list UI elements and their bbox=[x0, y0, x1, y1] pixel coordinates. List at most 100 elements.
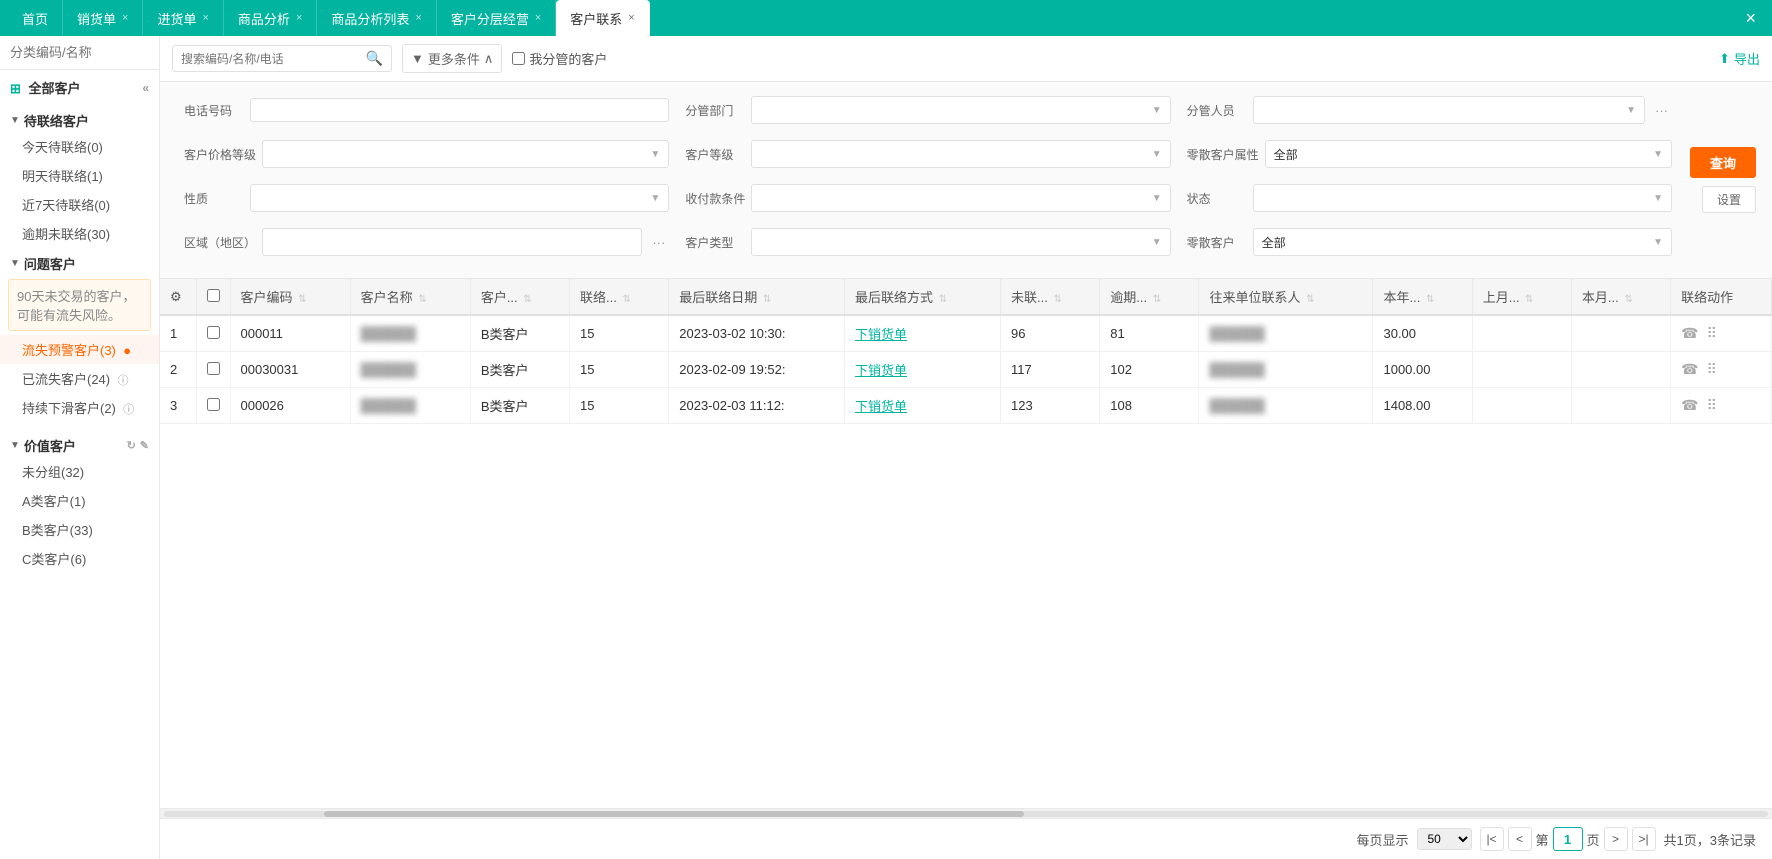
filter-retail-attr: 零散客户属性 全部 ▼ bbox=[1179, 136, 1680, 172]
scrollbar-thumb[interactable] bbox=[324, 811, 1024, 817]
row-checkbox[interactable] bbox=[207, 398, 220, 411]
sidebar-section-value[interactable]: ▼ 价值客户 ↻ ✎ bbox=[0, 430, 159, 457]
col-this-year[interactable]: 本年... ⇅ bbox=[1373, 279, 1472, 315]
sidebar-all-customers[interactable]: ⊞ 全部客户 « bbox=[0, 70, 159, 105]
tab-analysis-close[interactable]: × bbox=[296, 12, 302, 24]
tab-purchase-close[interactable]: × bbox=[202, 12, 208, 24]
filter-status-select[interactable]: ▼ bbox=[1253, 184, 1672, 212]
filter-payment-select[interactable]: ▼ bbox=[751, 184, 1170, 212]
sidebar-search-input[interactable] bbox=[10, 45, 160, 60]
last-method-link[interactable]: 下销货单 bbox=[855, 363, 907, 378]
sidebar-item-today[interactable]: 今天待联络(0) bbox=[0, 132, 159, 161]
col-code[interactable]: 客户编码 ⇅ bbox=[230, 279, 350, 315]
col-contact-person[interactable]: 往来单位联系人 ⇅ bbox=[1199, 279, 1373, 315]
tab-purchase[interactable]: 进货单 × bbox=[143, 0, 223, 36]
filter-price-grade-select[interactable]: ▼ bbox=[262, 140, 669, 168]
horizontal-scrollbar[interactable] bbox=[160, 808, 1772, 818]
filter-retail-select[interactable]: 全部 ▼ bbox=[1253, 228, 1672, 256]
row-checkbox[interactable] bbox=[207, 362, 220, 375]
filter-nature-select[interactable]: ▼ bbox=[250, 184, 669, 212]
col-overdue[interactable]: 逾期... ⇅ bbox=[1100, 279, 1199, 315]
sidebar-section-problem[interactable]: ▼ 问题客户 bbox=[0, 248, 159, 275]
action-phone-icon[interactable]: ☎ bbox=[1681, 325, 1698, 342]
filter-retail-label: 零散客户 bbox=[1187, 234, 1247, 251]
filter-region-select[interactable] bbox=[262, 228, 642, 256]
sidebar-item-overdue[interactable]: 逾期未联络(30) bbox=[0, 219, 159, 248]
next-page-btn[interactable]: > bbox=[1604, 827, 1628, 851]
tab-customer-tier[interactable]: 客户分层经营 × bbox=[437, 0, 556, 36]
prev-page-btn[interactable]: < bbox=[1508, 827, 1532, 851]
cell-contact-person: ██████ bbox=[1199, 315, 1373, 352]
tab-customer-contact[interactable]: 客户联系 × bbox=[556, 0, 649, 36]
tooltip-problem: 90天未交易的客户，可能有流失风险。 bbox=[8, 279, 151, 331]
filter-settings-btn[interactable]: 设置 bbox=[1702, 186, 1756, 213]
col-last-method[interactable]: 最后联络方式 ⇅ bbox=[844, 279, 1000, 315]
cell-action: ☎ ⠿ bbox=[1671, 315, 1772, 352]
sidebar-item-declining[interactable]: 持续下滑客户(2) ⓘ bbox=[0, 393, 159, 422]
filter-manager-dots[interactable]: ··· bbox=[1651, 103, 1672, 118]
col-settings[interactable]: ⚙ bbox=[160, 279, 196, 315]
sidebar-item-7days[interactable]: 近7天待联络(0) bbox=[0, 190, 159, 219]
action-more-icon[interactable]: ⠿ bbox=[1707, 397, 1717, 414]
col-last-month[interactable]: 上月... ⇅ bbox=[1472, 279, 1571, 315]
query-btn[interactable]: 查询 bbox=[1690, 147, 1756, 178]
tab-home[interactable]: 首页 bbox=[8, 0, 63, 36]
sidebar-item-class-a[interactable]: A类客户(1) bbox=[0, 486, 159, 515]
cell-this-month bbox=[1571, 388, 1670, 424]
refresh-icon[interactable]: ↻ bbox=[127, 439, 136, 452]
tab-sales[interactable]: 销货单 × bbox=[63, 0, 143, 36]
action-more-icon[interactable]: ⠿ bbox=[1707, 325, 1717, 342]
first-page-btn[interactable]: |< bbox=[1480, 827, 1504, 851]
grid-icon: ⊞ bbox=[10, 81, 21, 96]
sidebar-section-pending[interactable]: ▼ 待联络客户 bbox=[0, 105, 159, 132]
per-page-select[interactable]: 50 100 bbox=[1417, 828, 1472, 850]
filter-more-btn[interactable]: ▼ 更多条件 ∧ bbox=[402, 44, 502, 73]
col-type[interactable]: 客户... ⇅ bbox=[470, 279, 569, 315]
col-contact[interactable]: 联络... ⇅ bbox=[570, 279, 669, 315]
sidebar-item-class-b[interactable]: B类客户(33) bbox=[0, 515, 159, 544]
action-phone-icon[interactable]: ☎ bbox=[1681, 361, 1698, 378]
col-name[interactable]: 客户名称 ⇅ bbox=[350, 279, 470, 315]
select-all-checkbox[interactable] bbox=[207, 289, 220, 302]
window-close-btn[interactable]: × bbox=[1737, 8, 1764, 29]
last-method-link[interactable]: 下销货单 bbox=[855, 399, 907, 414]
tab-sales-close[interactable]: × bbox=[122, 12, 128, 24]
tab-customer-tier-close[interactable]: × bbox=[535, 12, 541, 24]
tab-analysis-list-close[interactable]: × bbox=[415, 12, 421, 24]
sidebar-item-tomorrow[interactable]: 明天待联络(1) bbox=[0, 161, 159, 190]
last-method-link[interactable]: 下销货单 bbox=[855, 327, 907, 342]
sort-contact-icon: ⇅ bbox=[623, 294, 631, 305]
filter-retail-attr-select[interactable]: 全部 ▼ bbox=[1265, 140, 1672, 168]
sidebar-item-class-c[interactable]: C类客户(6) bbox=[0, 544, 159, 573]
tab-customer-contact-close[interactable]: × bbox=[628, 12, 634, 24]
tab-analysis[interactable]: 商品分析 × bbox=[224, 0, 317, 36]
action-phone-icon[interactable]: ☎ bbox=[1681, 397, 1698, 414]
sidebar-collapse-icon[interactable]: « bbox=[142, 81, 149, 95]
filter-customer-type-select[interactable]: ▼ bbox=[751, 228, 1170, 256]
arrow-down-icon: ▼ bbox=[10, 115, 20, 126]
my-customer-checkbox[interactable] bbox=[512, 52, 525, 65]
cell-overdue: 102 bbox=[1100, 352, 1199, 388]
chevron-down-icon4: ▼ bbox=[1152, 149, 1162, 160]
last-page-btn[interactable]: >| bbox=[1632, 827, 1656, 851]
filter-dept-select[interactable]: ▼ bbox=[751, 96, 1170, 124]
sidebar-item-ungrouped[interactable]: 未分组(32) bbox=[0, 457, 159, 486]
sidebar-item-churned[interactable]: 已流失客户(24) ⓘ bbox=[0, 364, 159, 393]
action-more-icon[interactable]: ⠿ bbox=[1707, 361, 1717, 378]
row-checkbox[interactable] bbox=[207, 326, 220, 339]
tab-analysis-list[interactable]: 商品分析列表 × bbox=[317, 0, 436, 36]
filter-region-dots[interactable]: ··· bbox=[648, 235, 669, 250]
filter-manager-select[interactable]: ▼ bbox=[1253, 96, 1645, 124]
col-this-month[interactable]: 本月... ⇅ bbox=[1571, 279, 1670, 315]
cell-last-date: 2023-03-02 10:30: bbox=[669, 315, 845, 352]
search-input[interactable] bbox=[181, 52, 366, 66]
edit-icon[interactable]: ✎ bbox=[140, 439, 149, 452]
sidebar-item-churn-warning[interactable]: 流失预警客户(3) ● bbox=[0, 335, 159, 364]
col-last-date[interactable]: 最后联络日期 ⇅ bbox=[669, 279, 845, 315]
filter-customer-grade-select[interactable]: ▼ bbox=[751, 140, 1170, 168]
chevron-down-icon9: ▼ bbox=[1152, 237, 1162, 248]
export-icon: ⬆ bbox=[1719, 51, 1730, 67]
col-not-contacted[interactable]: 未联... ⇅ bbox=[1001, 279, 1100, 315]
filter-phone-input[interactable] bbox=[250, 98, 669, 122]
export-btn[interactable]: ⬆ 导出 bbox=[1719, 49, 1760, 68]
